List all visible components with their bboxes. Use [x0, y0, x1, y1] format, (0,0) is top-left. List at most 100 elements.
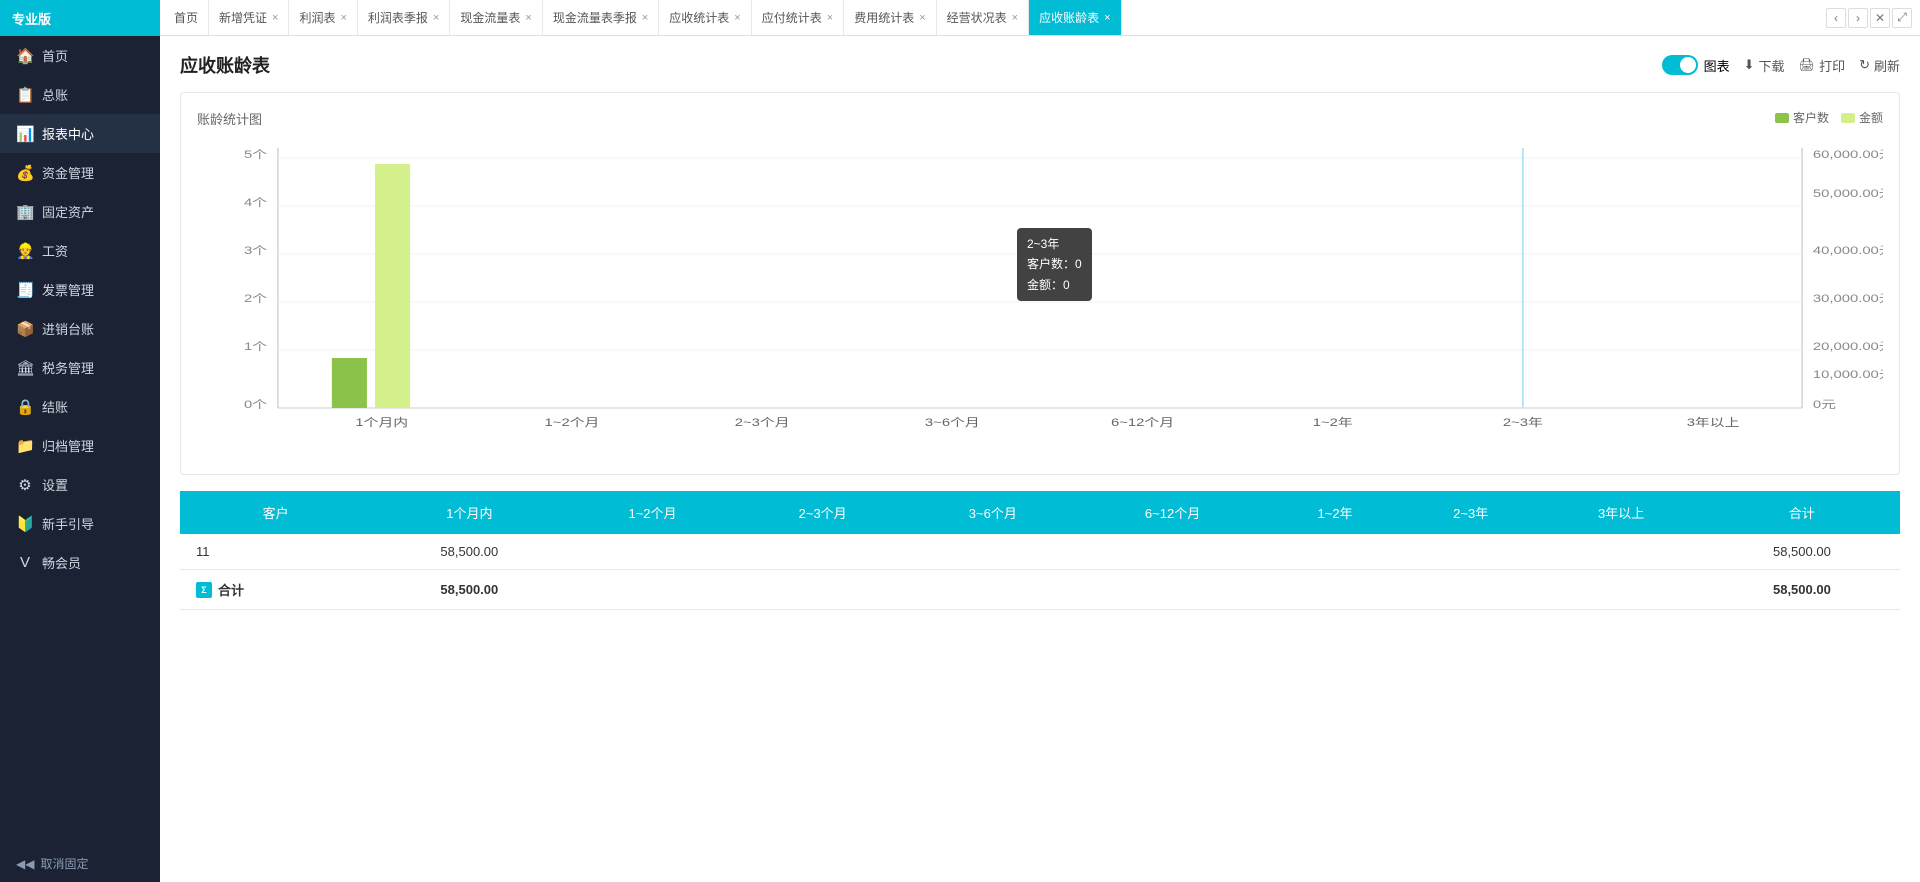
sidebar-label-guide: 新手引导 — [42, 514, 94, 533]
tab-label-profit: 利润表 — [299, 9, 335, 26]
sidebar-item-vip[interactable]: V 畅会员 — [0, 543, 160, 582]
tab-close-biz[interactable]: × — [1012, 12, 1018, 24]
svg-text:40,000.00元: 40,000.00元 — [1813, 244, 1883, 257]
tab-ar_stat[interactable]: 应收统计表 × — [659, 0, 751, 36]
sidebar-label-fund: 资金管理 — [42, 163, 94, 182]
bar-amount-0 — [375, 164, 410, 408]
sidebar-icon-guide: 🔰 — [16, 515, 34, 533]
sidebar-label-report: 报表中心 — [42, 124, 94, 143]
tab-voucher[interactable]: 新增凭证 × — [209, 0, 289, 36]
tab-cashflow[interactable]: 现金流量表 × — [450, 0, 542, 36]
sidebar-icon-vip: V — [16, 554, 34, 571]
cell-y3plus — [1539, 534, 1704, 570]
sidebar-item-fund[interactable]: 💰 资金管理 — [0, 153, 160, 192]
tab-close-ar_aging[interactable]: × — [1104, 12, 1110, 24]
tab-close-cashflow[interactable]: × — [525, 12, 531, 24]
tab-label-ar_aging: 应收账龄表 — [1039, 9, 1099, 26]
tab-next-button[interactable]: › — [1848, 8, 1868, 28]
sidebar-label-invoice: 发票管理 — [42, 280, 94, 299]
tab-close-ar_stat[interactable]: × — [734, 12, 740, 24]
tab-close-expense[interactable]: × — [919, 12, 925, 24]
tab-ap_stat[interactable]: 应付统计表 × — [752, 0, 844, 36]
cell-customer: 11 — [180, 534, 371, 570]
sidebar-item-archive[interactable]: 📁归档管理 — [0, 426, 160, 465]
sidebar-item-report[interactable]: 📊 报表中心 — [0, 114, 160, 153]
cell-m23 — [738, 534, 908, 570]
sidebar-item-close[interactable]: 🔒结账 — [0, 387, 160, 426]
unpin-button[interactable]: ◀◀ 取消固定 — [0, 845, 160, 882]
svg-text:1个月内: 1个月内 — [355, 416, 408, 429]
download-label: 下载 — [1759, 56, 1785, 75]
tab-close-voucher[interactable]: × — [272, 12, 278, 24]
tab-expand-button[interactable]: ⤢ — [1892, 8, 1912, 28]
legend-amount-color — [1841, 113, 1855, 123]
col-y12: 1~2年 — [1267, 491, 1403, 534]
sidebar-item-guide[interactable]: 🔰 新手引导 — [0, 504, 160, 543]
svg-text:1个: 1个 — [244, 340, 267, 353]
tab-close-button[interactable]: ✕ — [1870, 8, 1890, 28]
tab-label-profit_quarter: 利润表季报 — [368, 9, 428, 26]
tab-profit[interactable]: 利润表 × — [289, 0, 357, 36]
svg-text:50,000.00元: 50,000.00元 — [1813, 187, 1883, 200]
sidebar-item-ledger[interactable]: 📋总账 — [0, 75, 160, 114]
tab-home[interactable]: 首页 — [164, 0, 209, 36]
col-y23: 2~3年 — [1403, 491, 1539, 534]
total-m1: 58,500.00 — [371, 570, 567, 610]
sidebar-label-vip: 畅会员 — [42, 553, 81, 572]
svg-text:0元: 0元 — [1813, 398, 1836, 411]
sidebar-icon-home: 🏠 — [16, 47, 34, 65]
svg-text:3~6个月: 3~6个月 — [925, 416, 980, 429]
col-m36: 3~6个月 — [908, 491, 1078, 534]
tab-profit_quarter[interactable]: 利润表季报 × — [358, 0, 450, 36]
tab-close-profit_quarter[interactable]: × — [433, 12, 439, 24]
main-area: 首页新增凭证 ×利润表 ×利润表季报 ×现金流量表 ×现金流量表季报 ×应收统计… — [160, 0, 1920, 882]
sidebar-label-settings: 设置 — [42, 475, 68, 494]
svg-text:3个: 3个 — [244, 244, 267, 257]
tab-prev-button[interactable]: ‹ — [1826, 8, 1846, 28]
total-m23 — [738, 570, 908, 610]
col-m612: 6~12个月 — [1078, 491, 1267, 534]
col-m1: 1个月内 — [371, 491, 567, 534]
sidebar-item-invoice[interactable]: 🧾 发票管理 — [0, 270, 160, 309]
sidebar-item-home[interactable]: 🏠 首页 — [0, 36, 160, 75]
refresh-button[interactable]: ↻ 刷新 — [1859, 56, 1900, 75]
print-button[interactable]: 🖨 打印 — [1799, 56, 1846, 75]
legend-amount: 金额 — [1841, 109, 1883, 126]
tab-close-profit[interactable]: × — [340, 12, 346, 24]
total-icon: Σ — [196, 582, 212, 598]
sidebar-item-settings[interactable]: ⚙ 设置 — [0, 465, 160, 504]
sidebar-icon-fund: 💰 — [16, 164, 34, 182]
download-button[interactable]: ⬇ 下载 — [1744, 56, 1785, 75]
sidebar-label-archive: 归档管理 — [42, 436, 94, 455]
tab-ar_aging[interactable]: 应收账龄表 × — [1029, 0, 1121, 36]
download-icon: ⬇ — [1744, 57, 1755, 73]
chart-container: 账龄统计图 客户数 金额 — [180, 92, 1900, 475]
tab-close-cashflow_quarter[interactable]: × — [642, 12, 648, 24]
sidebar-item-asset[interactable]: 🏢固定资产 — [0, 192, 160, 231]
print-label: 打印 — [1819, 56, 1845, 75]
tab-biz[interactable]: 经营状况表 × — [937, 0, 1029, 36]
sidebar-label-home: 首页 — [42, 46, 68, 65]
total-label-cell: Σ 合计 — [180, 570, 371, 610]
sidebar-item-sales[interactable]: 📦进销台账 — [0, 309, 160, 348]
tab-expense[interactable]: 费用统计表 × — [844, 0, 936, 36]
svg-text:3年以上: 3年以上 — [1687, 416, 1740, 429]
tab-label-home: 首页 — [174, 9, 198, 26]
sidebar-icon-invoice: 🧾 — [16, 281, 34, 299]
total-y23 — [1403, 570, 1539, 610]
legend-amount-label: 金额 — [1859, 109, 1883, 126]
sidebar-label-tax: 税务管理 — [42, 358, 94, 377]
sidebar-item-salary[interactable]: 👷工资 — [0, 231, 160, 270]
svg-text:1~2年: 1~2年 — [1313, 416, 1353, 429]
sidebar-icon-settings: ⚙ — [16, 476, 34, 494]
tab-cashflow_quarter[interactable]: 现金流量表季报 × — [543, 0, 659, 36]
chart-toggle[interactable] — [1662, 55, 1698, 75]
page-header: 应收账龄表 图表 ⬇ 下载 🖨 打印 ↻ 刷新 — [180, 52, 1900, 78]
sidebar-icon-report: 📊 — [16, 125, 34, 143]
sidebar-item-tax[interactable]: 🏛税务管理 — [0, 348, 160, 387]
sidebar-label-sales: 进销台账 — [42, 319, 94, 338]
content-area: 应收账龄表 图表 ⬇ 下载 🖨 打印 ↻ 刷新 — [160, 36, 1920, 882]
tab-close-ap_stat[interactable]: × — [827, 12, 833, 24]
app-logo: 专业版 — [0, 0, 160, 36]
chart-title: 账龄统计图 — [197, 109, 1883, 128]
